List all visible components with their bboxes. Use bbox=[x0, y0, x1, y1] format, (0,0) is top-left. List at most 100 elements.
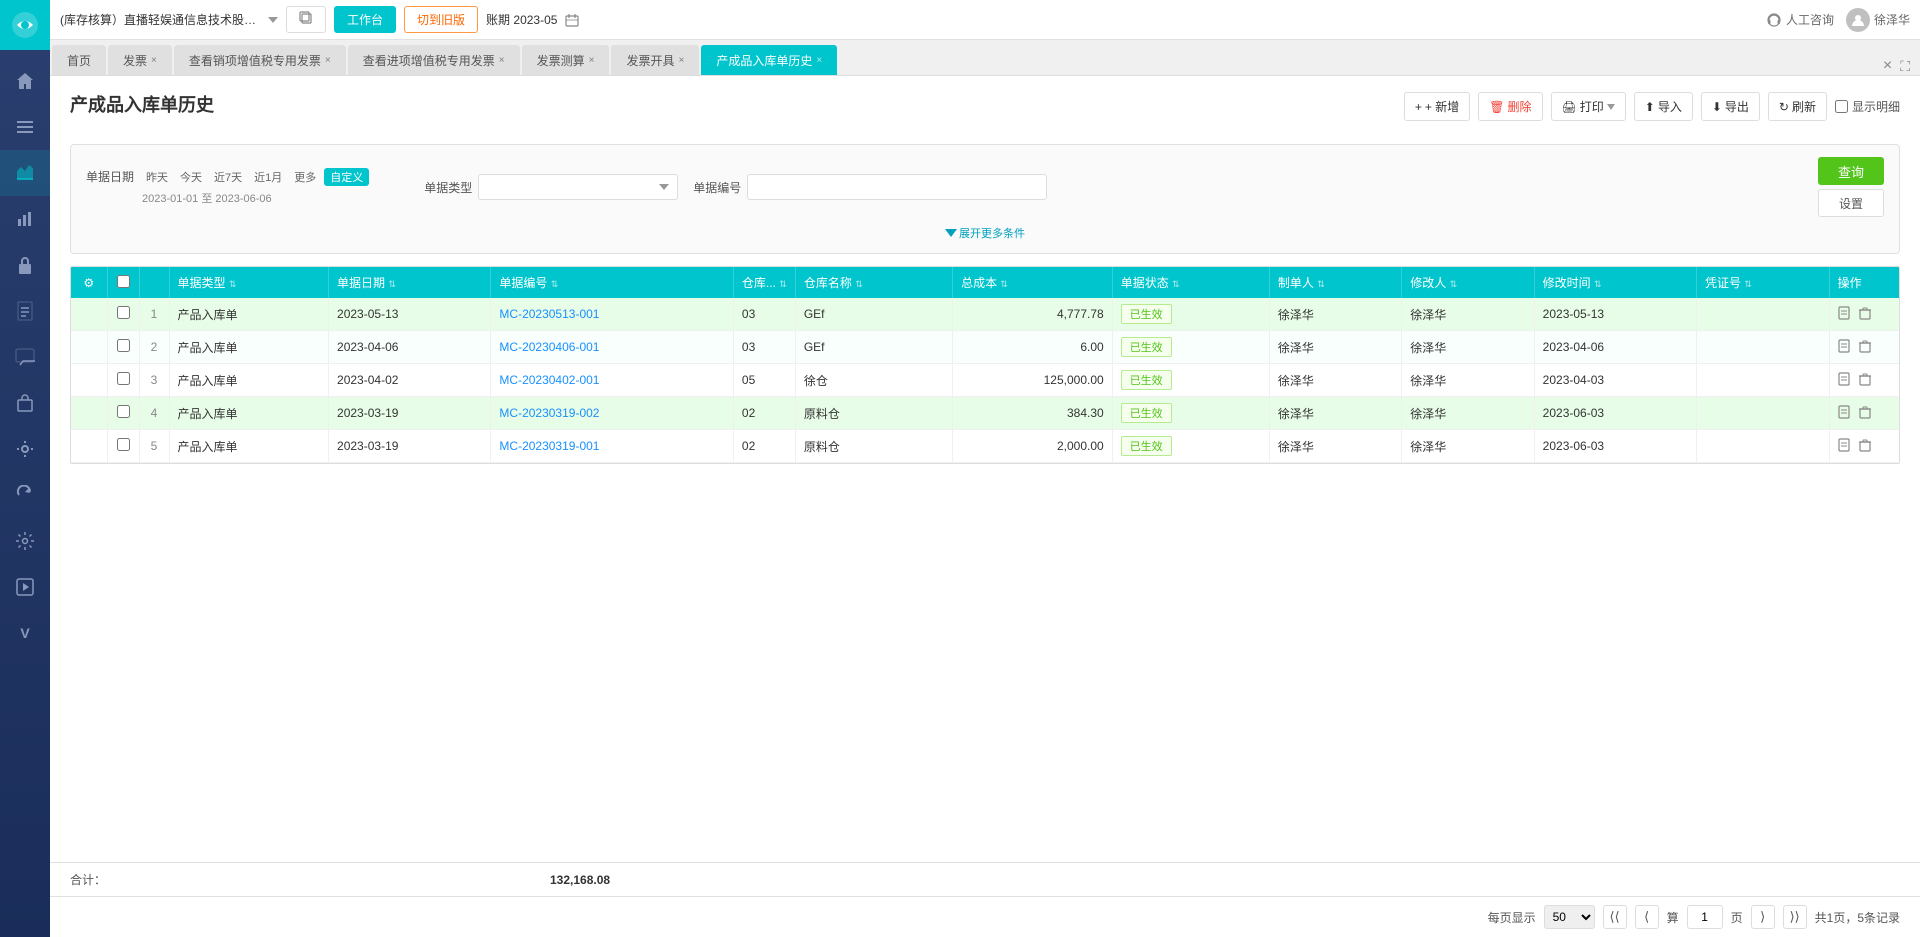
workbench-button[interactable]: 工作台 bbox=[334, 6, 396, 33]
date-shortcut-today[interactable]: 今天 bbox=[176, 168, 206, 186]
tab-purchase-invoice[interactable]: 查看进项增值税专用发票 × bbox=[348, 45, 520, 75]
tab-invoice-calc-close[interactable]: × bbox=[589, 55, 595, 66]
delete-row-icon[interactable] bbox=[1858, 405, 1872, 422]
copy-btn[interactable] bbox=[286, 6, 326, 33]
cell-checkbox[interactable] bbox=[107, 331, 139, 364]
sidebar-item-tools[interactable] bbox=[0, 426, 50, 472]
th-number[interactable]: 单据编号 ⇅ bbox=[491, 267, 734, 298]
cell-checkbox[interactable] bbox=[107, 397, 139, 430]
th-voucher[interactable]: 凭证号 ⇅ bbox=[1697, 267, 1829, 298]
sidebar-item-package[interactable] bbox=[0, 380, 50, 426]
th-modify-time[interactable]: 修改时间 ⇅ bbox=[1534, 267, 1696, 298]
tab-sales-invoice[interactable]: 查看销项增值税专用发票 × bbox=[174, 45, 346, 75]
table-header-row: ⚙ 单据类型 ⇅ 单据日期 ⇅ bbox=[71, 267, 1899, 298]
show-detail-checkbox[interactable] bbox=[1835, 100, 1848, 113]
tab-product-history[interactable]: 产成品入库单历史 × bbox=[701, 45, 837, 75]
date-shortcut-7days[interactable]: 近7天 bbox=[210, 168, 246, 186]
th-checkbox[interactable] bbox=[107, 267, 139, 298]
per-page-select[interactable]: 50 100 200 bbox=[1544, 905, 1595, 929]
cell-creator: 徐泽华 bbox=[1269, 430, 1401, 463]
delete-row-icon[interactable] bbox=[1858, 372, 1872, 389]
tab-sales-invoice-close[interactable]: × bbox=[325, 55, 331, 66]
th-warehouse-code[interactable]: 仓库... ⇅ bbox=[733, 267, 795, 298]
cell-checkbox[interactable] bbox=[107, 364, 139, 397]
query-button[interactable]: 查询 bbox=[1818, 157, 1884, 185]
type-filter-select[interactable]: 产品入库单 bbox=[478, 174, 678, 200]
sidebar-item-chart[interactable] bbox=[0, 150, 50, 196]
support-info[interactable]: 人工咨询 bbox=[1766, 11, 1834, 28]
last-page-button[interactable]: ⟩⟩ bbox=[1783, 905, 1807, 929]
cell-warehouse-name: 原料仓 bbox=[795, 430, 952, 463]
delete-button[interactable]: 🗑 删除 bbox=[1478, 92, 1542, 121]
tab-invoice-issue[interactable]: 发票开具 × bbox=[611, 45, 699, 75]
add-button[interactable]: + + 新增 bbox=[1404, 92, 1470, 121]
number-link[interactable]: MC-20230406-001 bbox=[499, 340, 599, 354]
close-tab-icon[interactable]: × bbox=[1883, 57, 1892, 75]
th-warehouse-name[interactable]: 仓库名称 ⇅ bbox=[795, 267, 952, 298]
tab-home[interactable]: 首页 bbox=[52, 45, 106, 75]
sidebar-item-nav[interactable] bbox=[0, 104, 50, 150]
show-detail-toggle[interactable]: 显示明细 bbox=[1835, 98, 1900, 115]
data-table: ⚙ 单据类型 ⇅ 单据日期 ⇅ bbox=[70, 266, 1900, 464]
number-link[interactable]: MC-20230319-002 bbox=[499, 406, 599, 420]
switch-version-button[interactable]: 切到旧版 bbox=[404, 6, 478, 33]
th-status[interactable]: 单据状态 ⇅ bbox=[1112, 267, 1269, 298]
tab-invoice-close[interactable]: × bbox=[151, 55, 157, 66]
cell-checkbox[interactable] bbox=[107, 430, 139, 463]
tab-purchase-invoice-close[interactable]: × bbox=[499, 55, 505, 66]
sidebar-item-home[interactable] bbox=[0, 58, 50, 104]
company-dropdown-icon bbox=[268, 15, 278, 25]
delete-row-icon[interactable] bbox=[1858, 438, 1872, 455]
import-button[interactable]: ⬆ 导入 bbox=[1634, 92, 1693, 121]
maximize-icon[interactable]: ⛶ bbox=[1900, 58, 1910, 75]
sidebar-item-v[interactable]: V bbox=[0, 610, 50, 656]
tab-invoice-calc[interactable]: 发票测算 × bbox=[522, 45, 610, 75]
export-button[interactable]: ⬇ 导出 bbox=[1701, 92, 1760, 121]
delete-row-icon[interactable] bbox=[1858, 339, 1872, 356]
sidebar-item-settings[interactable] bbox=[0, 518, 50, 564]
number-filter-input[interactable] bbox=[747, 174, 1047, 200]
next-page-button[interactable]: ⟩ bbox=[1751, 905, 1775, 929]
number-link[interactable]: MC-20230402-001 bbox=[499, 373, 599, 387]
edit-icon[interactable] bbox=[1838, 438, 1852, 455]
th-index bbox=[139, 267, 169, 298]
calendar-icon[interactable] bbox=[565, 13, 579, 27]
th-total-cost[interactable]: 总成本 ⇅ bbox=[953, 267, 1113, 298]
edit-icon[interactable] bbox=[1838, 372, 1852, 389]
first-page-button[interactable]: ⟨⟨ bbox=[1603, 905, 1627, 929]
content-area: 产成品入库单历史 + + 新增 🗑 删除 🖨 打印 ⬆ 导入 bbox=[50, 76, 1920, 862]
edit-icon[interactable] bbox=[1838, 339, 1852, 356]
number-link[interactable]: MC-20230319-001 bbox=[499, 439, 599, 453]
delete-row-icon[interactable] bbox=[1858, 306, 1872, 323]
expand-conditions-button[interactable]: 展开更多条件 bbox=[945, 225, 1025, 241]
user-profile[interactable]: 徐泽华 bbox=[1846, 8, 1910, 32]
sidebar-item-analytics[interactable] bbox=[0, 196, 50, 242]
reset-button[interactable]: 设置 bbox=[1818, 189, 1884, 217]
th-creator[interactable]: 制单人 ⇅ bbox=[1269, 267, 1401, 298]
tab-product-history-close[interactable]: × bbox=[816, 55, 822, 66]
edit-icon[interactable] bbox=[1838, 306, 1852, 323]
sidebar-item-sync[interactable] bbox=[0, 472, 50, 518]
date-shortcut-more[interactable]: 更多 bbox=[290, 168, 320, 186]
page-number-input[interactable] bbox=[1687, 905, 1723, 929]
print-button[interactable]: 🖨 打印 bbox=[1551, 92, 1626, 121]
sidebar-item-comment[interactable] bbox=[0, 334, 50, 380]
th-modifier[interactable]: 修改人 ⇅ bbox=[1402, 267, 1534, 298]
th-type[interactable]: 单据类型 ⇅ bbox=[169, 267, 329, 298]
date-shortcut-custom[interactable]: 自定义 bbox=[324, 168, 369, 186]
edit-icon[interactable] bbox=[1838, 405, 1852, 422]
tab-invoice[interactable]: 发票 × bbox=[108, 45, 172, 75]
number-link[interactable]: MC-20230513-001 bbox=[499, 307, 599, 321]
select-all-checkbox[interactable] bbox=[117, 275, 130, 288]
date-shortcut-yesterday[interactable]: 昨天 bbox=[142, 168, 172, 186]
refresh-button[interactable]: ↻ 刷新 bbox=[1768, 92, 1827, 121]
sidebar-item-play[interactable] bbox=[0, 564, 50, 610]
tab-invoice-issue-close[interactable]: × bbox=[678, 55, 684, 66]
th-settings[interactable]: ⚙ bbox=[71, 267, 107, 298]
prev-page-button[interactable]: ⟨ bbox=[1635, 905, 1659, 929]
date-shortcut-1month[interactable]: 近1月 bbox=[250, 168, 286, 186]
cell-checkbox[interactable] bbox=[107, 298, 139, 331]
sidebar-item-doc[interactable] bbox=[0, 288, 50, 334]
th-date[interactable]: 单据日期 ⇅ bbox=[329, 267, 491, 298]
sidebar-item-lock[interactable] bbox=[0, 242, 50, 288]
